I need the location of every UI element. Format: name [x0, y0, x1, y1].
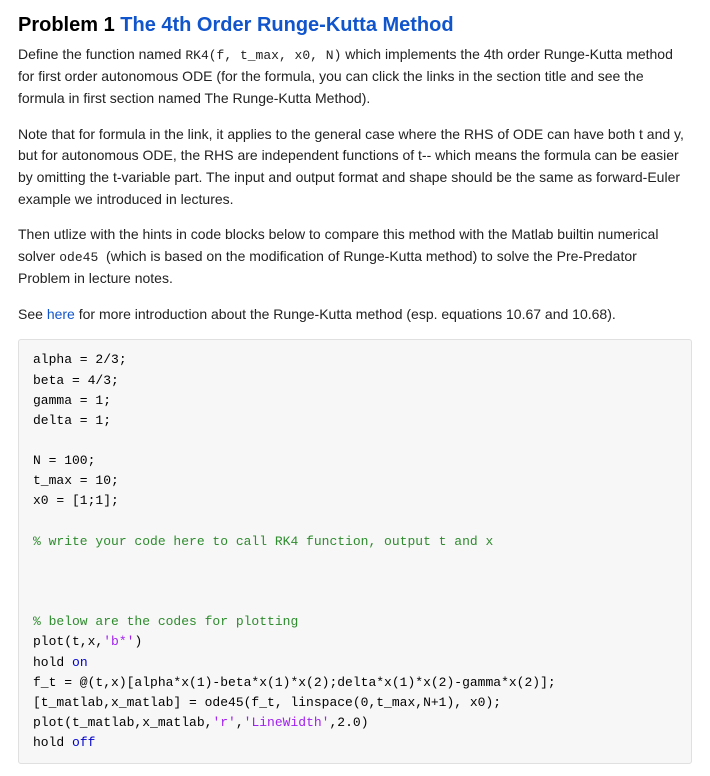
para3-text-b: (which is based on the modification of R…	[18, 248, 637, 286]
paragraph-4: See here for more introduction about the…	[18, 304, 692, 326]
problem-heading: Problem 1 The 4th Order Runge-Kutta Meth…	[18, 12, 692, 38]
para3-code: ode45	[59, 250, 106, 265]
code-line: beta = 4/3;	[33, 373, 119, 388]
paragraph-1: Define the function named RK4(f, t_max, …	[18, 44, 692, 110]
code-line: hold	[33, 735, 72, 750]
code-line: x0 = [1;1];	[33, 493, 119, 508]
code-line: )	[134, 634, 142, 649]
code-comment: % write your code here to call RK4 funct…	[33, 534, 493, 549]
code-line: hold	[33, 655, 72, 670]
para4-text-b: for more introduction about the Runge-Ku…	[75, 306, 616, 322]
code-string: 'r'	[212, 715, 235, 730]
para4-text-a: See	[18, 306, 47, 322]
code-keyword: off	[72, 735, 95, 750]
heading-prefix: Problem 1	[18, 14, 120, 36]
code-line: plot(t,x,	[33, 634, 103, 649]
code-line: plot(t_matlab,x_matlab,	[33, 715, 212, 730]
code-string: 'LineWidth'	[244, 715, 330, 730]
code-line: f_t = @(t,x)[alpha*x(1)-beta*x(1)*x(2);d…	[33, 675, 556, 690]
code-line: N = 100;	[33, 453, 95, 468]
para1-text-a: Define the function named	[18, 46, 185, 62]
code-line: [t_matlab,x_matlab] = ode45(f_t, linspac…	[33, 695, 501, 710]
code-block: alpha = 2/3; beta = 4/3; gamma = 1; delt…	[18, 339, 692, 764]
code-line: ,2.0)	[329, 715, 368, 730]
heading-link[interactable]: The 4th Order Runge-Kutta Method	[120, 14, 453, 36]
paragraph-2: Note that for formula in the link, it ap…	[18, 124, 692, 211]
paragraph-3: Then utlize with the hints in code block…	[18, 224, 692, 290]
code-string: 'b*'	[103, 634, 134, 649]
code-line: delta = 1;	[33, 413, 111, 428]
code-comment: % below are the codes for plotting	[33, 614, 298, 629]
code-line: gamma = 1;	[33, 393, 111, 408]
code-line: alpha = 2/3;	[33, 352, 127, 367]
code-keyword: on	[72, 655, 88, 670]
code-line: ,	[236, 715, 244, 730]
here-link[interactable]: here	[47, 306, 75, 322]
code-line: t_max = 10;	[33, 473, 119, 488]
para1-code: RK4(f, t_max, x0, N)	[185, 48, 341, 63]
